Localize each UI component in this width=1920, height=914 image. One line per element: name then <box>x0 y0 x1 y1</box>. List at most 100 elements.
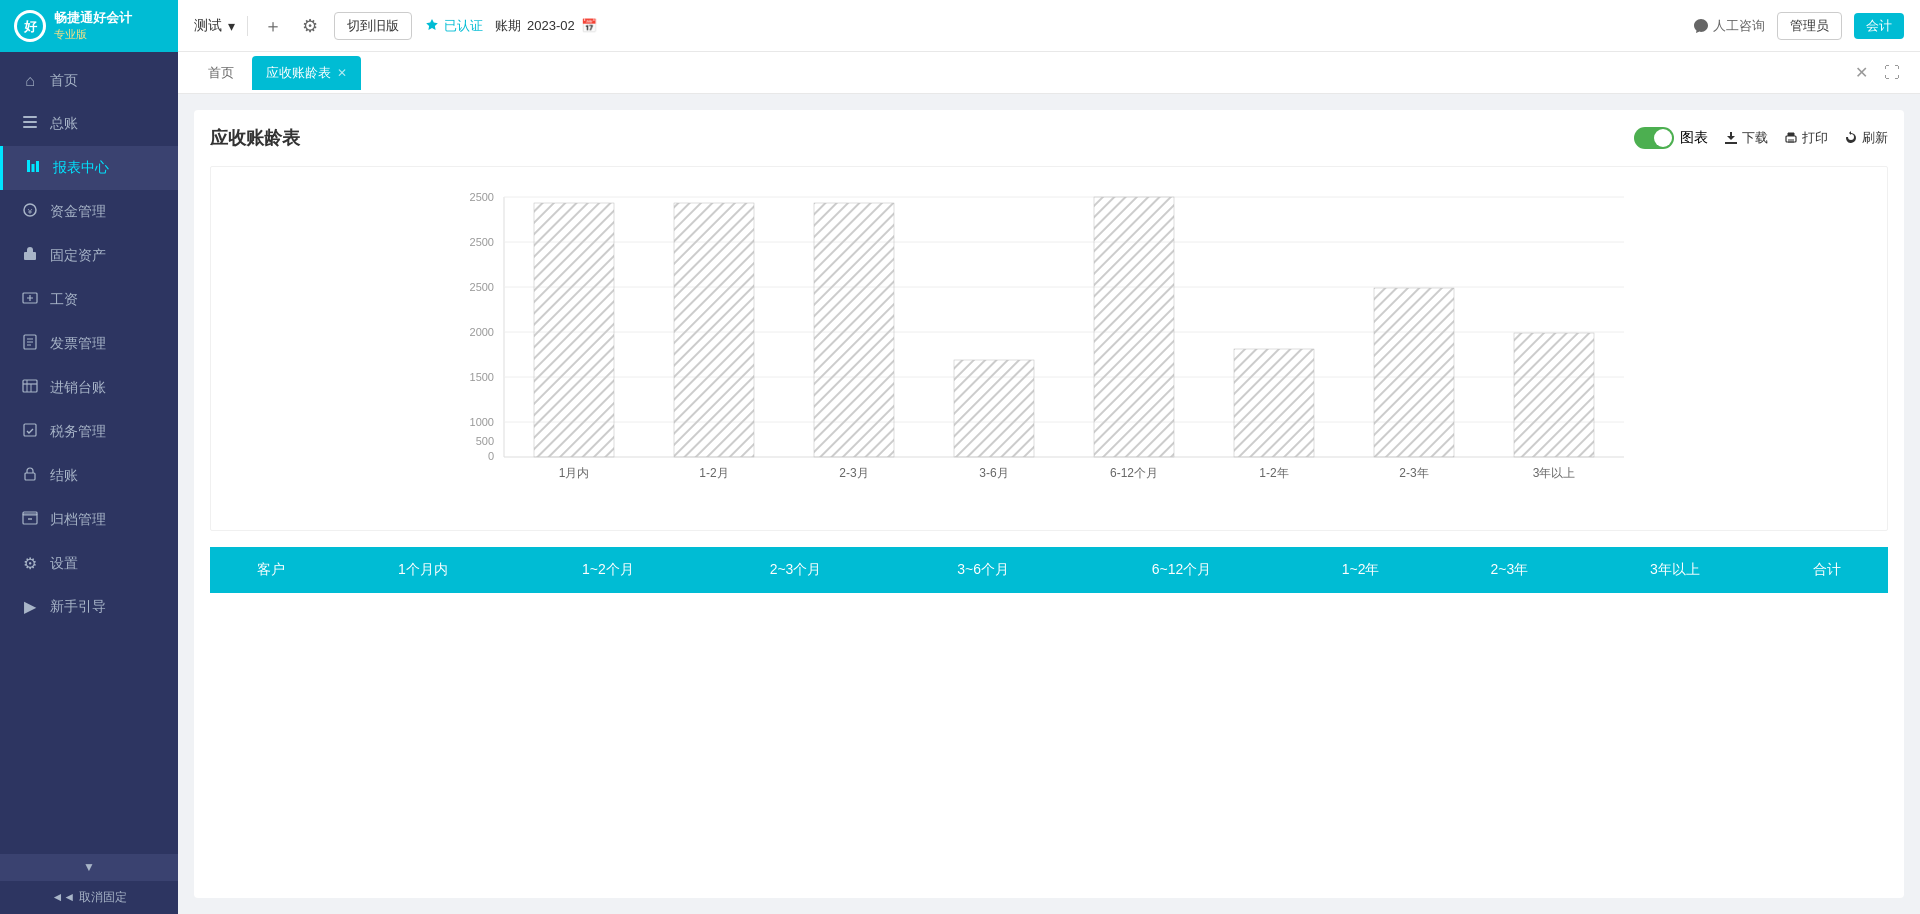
tab-bar: 首页 应收账龄表 ✕ ✕ ⛶ <box>178 52 1920 94</box>
sidebar-item-invoice[interactable]: 发票管理 <box>0 322 178 366</box>
sidebar-item-ledger[interactable]: 总账 <box>0 102 178 146</box>
sidebar-item-label: 进销台账 <box>50 379 106 397</box>
tax-icon <box>20 422 40 442</box>
svg-text:3年以上: 3年以上 <box>1533 466 1576 480</box>
col-2-3m: 2~3个月 <box>702 547 890 593</box>
sidebar-item-guide[interactable]: ▶ 新手引导 <box>0 585 178 628</box>
main-area: 测试 ▾ ＋ ⚙ 切到旧版 已认证 账期 2023-02 📅 人工咨询 管理员 … <box>178 0 1920 914</box>
svg-text:1500: 1500 <box>470 371 494 383</box>
tab-ar-aging[interactable]: 应收账龄表 ✕ <box>252 56 361 90</box>
sidebar-item-label: 首页 <box>50 72 78 90</box>
refresh-button[interactable]: 刷新 <box>1844 129 1888 147</box>
tab-home[interactable]: 首页 <box>194 56 248 90</box>
sidebar-item-sales[interactable]: 进销台账 <box>0 366 178 410</box>
sidebar-item-label: 新手引导 <box>50 598 106 616</box>
col-1-2y: 1~2年 <box>1286 547 1435 593</box>
svg-rect-11 <box>24 424 36 436</box>
logo-text-wrap: 畅捷通好会计 专业版 <box>54 10 132 42</box>
sidebar-item-funds[interactable]: ¥ 资金管理 <box>0 190 178 234</box>
sidebar-item-label: 资金管理 <box>50 203 106 221</box>
bar-1-2年 <box>1234 349 1314 457</box>
tab-close-icon[interactable]: ✕ <box>337 66 347 80</box>
refresh-label: 刷新 <box>1862 129 1888 147</box>
print-label: 打印 <box>1802 129 1828 147</box>
certified-label: 已认证 <box>444 17 483 35</box>
sidebar-item-settings[interactable]: ⚙ 设置 <box>0 542 178 585</box>
account-button[interactable]: 会计 <box>1854 13 1904 39</box>
header-divider-1 <box>247 16 248 36</box>
bar-1-2月 <box>674 203 754 457</box>
col-1m: 1个月内 <box>332 547 514 593</box>
sidebar-item-label: 归档管理 <box>50 511 106 529</box>
table-header-row: 客户 1个月内 1~2个月 2~3个月 3~6个月 6~12个月 1~2年 2~… <box>210 547 1888 593</box>
add-button[interactable]: ＋ <box>260 10 286 42</box>
sidebar-item-label: 工资 <box>50 291 78 309</box>
consult-label: 人工咨询 <box>1713 17 1765 35</box>
close-account-icon <box>20 466 40 486</box>
sidebar-item-tax[interactable]: 税务管理 <box>0 410 178 454</box>
svg-text:2-3月: 2-3月 <box>839 466 868 480</box>
sales-icon <box>20 378 40 398</box>
svg-text:2500: 2500 <box>470 236 494 248</box>
sidebar-item-label: 总账 <box>50 115 78 133</box>
bar-6-12月 <box>1094 197 1174 457</box>
settings-header-button[interactable]: ⚙ <box>298 11 322 41</box>
page-actions: 图表 下载 打印 刷新 <box>1634 127 1888 149</box>
svg-rect-10 <box>23 380 37 392</box>
ar-aging-table: 客户 1个月内 1~2个月 2~3个月 3~6个月 6~12个月 1~2年 2~… <box>210 547 1888 593</box>
svg-text:好: 好 <box>23 19 38 34</box>
ledger-icon <box>20 114 40 134</box>
switch-old-button[interactable]: 切到旧版 <box>334 12 412 40</box>
sidebar-scroll-down[interactable]: ▼ <box>0 854 178 880</box>
consult-button[interactable]: 人工咨询 <box>1693 17 1765 35</box>
bar-chart: 2500 2500 2500 2000 1500 1000 500 0 <box>231 187 1857 507</box>
chevron-down-icon: ▾ <box>228 18 235 34</box>
page-title: 应收账龄表 <box>210 126 1634 150</box>
svg-text:2500: 2500 <box>470 281 494 293</box>
payroll-icon <box>20 290 40 310</box>
download-label: 下载 <box>1742 129 1768 147</box>
sidebar-item-payroll[interactable]: 工资 <box>0 278 178 322</box>
sidebar-logo: 好 畅捷通好会计 专业版 <box>0 0 178 52</box>
svg-text:6-12个月: 6-12个月 <box>1110 466 1158 480</box>
svg-text:3-6月: 3-6月 <box>979 466 1008 480</box>
col-2-3y: 2~3年 <box>1435 547 1584 593</box>
sidebar-item-home[interactable]: ⌂ 首页 <box>0 60 178 102</box>
bar-3-6月 <box>954 360 1034 457</box>
sidebar-item-label: 发票管理 <box>50 335 106 353</box>
chart-toggle[interactable] <box>1634 127 1674 149</box>
tab-expand-button[interactable]: ⛶ <box>1880 60 1904 86</box>
bar-2-3月 <box>814 203 894 457</box>
sidebar-item-label: 结账 <box>50 467 78 485</box>
svg-rect-15 <box>1786 136 1796 142</box>
tab-ar-aging-label: 应收账龄表 <box>266 64 331 82</box>
funds-icon: ¥ <box>20 202 40 222</box>
calendar-icon: 📅 <box>581 18 597 33</box>
col-3-6m: 3~6个月 <box>889 547 1077 593</box>
svg-rect-2 <box>23 116 37 118</box>
col-6-12m: 6~12个月 <box>1077 547 1286 593</box>
period-prefix: 账期 <box>495 17 521 35</box>
svg-text:¥: ¥ <box>27 207 33 216</box>
svg-text:1月内: 1月内 <box>559 466 590 480</box>
page-container: 应收账龄表 图表 下载 打印 <box>194 110 1904 898</box>
col-3y-plus: 3年以上 <box>1584 547 1766 593</box>
sidebar-item-reports[interactable]: 报表中心 <box>0 146 178 190</box>
sidebar-item-close[interactable]: 结账 <box>0 454 178 498</box>
sidebar-item-label: 设置 <box>50 555 78 573</box>
sidebar-item-archive[interactable]: 归档管理 <box>0 498 178 542</box>
admin-button[interactable]: 管理员 <box>1777 12 1842 40</box>
sidebar-unfix-button[interactable]: ◄◄ 取消固定 <box>0 880 178 914</box>
top-header: 测试 ▾ ＋ ⚙ 切到旧版 已认证 账期 2023-02 📅 人工咨询 管理员 … <box>178 0 1920 52</box>
sidebar: 好 畅捷通好会计 专业版 ⌂ 首页 总账 报表中心 ¥ <box>0 0 178 914</box>
period-info: 账期 2023-02 📅 <box>495 17 597 35</box>
print-button[interactable]: 打印 <box>1784 129 1828 147</box>
svg-text:2-3年: 2-3年 <box>1399 466 1428 480</box>
sidebar-item-assets[interactable]: 固定资产 <box>0 234 178 278</box>
svg-text:1-2年: 1-2年 <box>1259 466 1288 480</box>
tab-close-window-button[interactable]: ✕ <box>1851 59 1872 86</box>
project-selector[interactable]: 测试 ▾ <box>194 17 235 35</box>
chart-area: 2500 2500 2500 2000 1500 1000 500 0 <box>210 166 1888 531</box>
download-button[interactable]: 下载 <box>1724 129 1768 147</box>
header-right: 人工咨询 管理员 会计 <box>1693 12 1904 40</box>
